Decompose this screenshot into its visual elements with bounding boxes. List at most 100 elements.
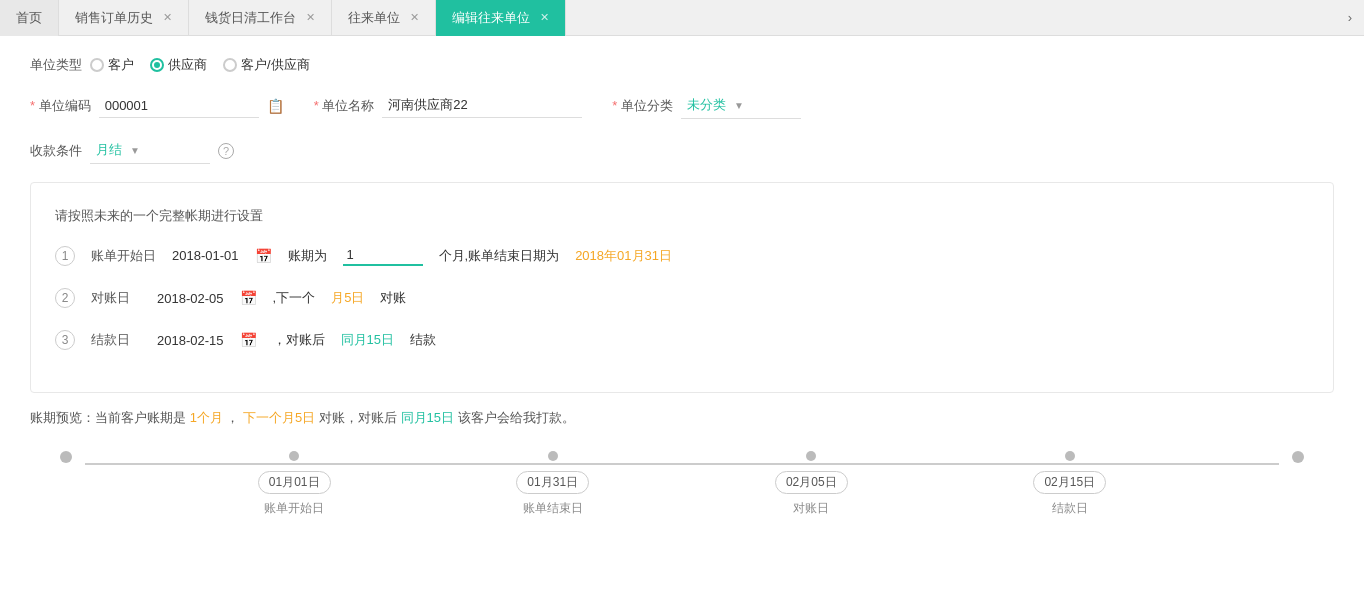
period-row-3-num: 3 xyxy=(55,330,75,350)
tab-cash-work-close[interactable]: ✕ xyxy=(306,12,315,23)
tab-cash-work-label: 钱货日清工作台 xyxy=(205,9,296,27)
period-row-1-prefix: 账期为 xyxy=(288,247,327,265)
code-name-category-row: 单位编码 📋 单位名称 单位分类 未分类 ▼ xyxy=(30,92,1334,119)
timeline-label-3: 对账日 xyxy=(793,500,829,517)
timeline-point-3-dot xyxy=(806,451,816,461)
timeline-badge-3: 02月05日 xyxy=(775,471,848,494)
period-row-2-date: 2018-02-05 xyxy=(157,291,224,306)
payment-group: 收款条件 月结 ▼ ? xyxy=(30,137,234,164)
category-chevron-icon: ▼ xyxy=(734,100,744,111)
preview-suffix: 该客户会给我打款。 xyxy=(458,410,575,425)
timeline-badge-2: 01月31日 xyxy=(516,471,589,494)
tab-contacts-label: 往来单位 xyxy=(348,9,400,27)
category-label: 单位分类 xyxy=(612,97,673,115)
payment-label: 收款条件 xyxy=(30,142,82,160)
tab-contacts[interactable]: 往来单位 ✕ xyxy=(332,0,436,36)
timeline-badge-1: 01月01日 xyxy=(258,471,331,494)
code-label: 单位编码 xyxy=(30,97,91,115)
code-group: 单位编码 📋 xyxy=(30,94,284,118)
tab-more-button[interactable]: › xyxy=(1336,0,1364,36)
payment-value: 月结 xyxy=(96,141,122,159)
tab-contacts-close[interactable]: ✕ xyxy=(410,12,419,23)
radio-both[interactable]: 客户/供应商 xyxy=(223,56,310,74)
period-row-1-end-date: 2018年01月31日 xyxy=(575,247,672,265)
name-label: 单位名称 xyxy=(314,97,375,115)
tab-bar: 首页 销售订单历史 ✕ 钱货日清工作台 ✕ 往来单位 ✕ 编辑往来单位 ✕ › xyxy=(0,0,1364,36)
tab-sales-history-label: 销售订单历史 xyxy=(75,9,153,27)
preview-text: 账期预览：当前客户账期是 1个月 ， 下一个月5日 对账，对账后 同月15日 该… xyxy=(30,409,1334,427)
unit-type-group: 单位类型 客户 供应商 客户/供应商 xyxy=(30,56,310,74)
timeline-point-2-dot xyxy=(548,451,558,461)
payment-select[interactable]: 月结 ▼ xyxy=(90,137,210,164)
tab-edit-contacts-label: 编辑往来单位 xyxy=(452,9,530,27)
timeline-point-1-dot xyxy=(289,451,299,461)
radio-both-label: 客户/供应商 xyxy=(241,56,310,74)
preview-prefix: 账期预览：当前客户账期是 xyxy=(30,410,186,425)
timeline-point-4: 02月15日 结款日 xyxy=(1033,451,1106,517)
tab-home-label: 首页 xyxy=(16,9,42,27)
tab-home[interactable]: 首页 xyxy=(0,0,59,36)
period-row-1-suffix: 个月,账单结束日期为 xyxy=(439,247,560,265)
period-row-3-label: 结款日 xyxy=(91,331,141,349)
period-row-2-suffix: 对账 xyxy=(380,289,406,307)
timeline-label-1: 账单开始日 xyxy=(264,500,324,517)
period-row-2-label: 对账日 xyxy=(91,289,141,307)
unit-type-label: 单位类型 xyxy=(30,56,82,74)
payment-info-icon[interactable]: ? xyxy=(218,143,234,159)
preview-part2: 下一个月5日 xyxy=(243,410,315,425)
radio-customer-label: 客户 xyxy=(108,56,134,74)
tab-sales-history-close[interactable]: ✕ xyxy=(163,12,172,23)
period-row-1-num: 1 xyxy=(55,246,75,266)
code-copy-icon[interactable]: 📋 xyxy=(267,98,284,114)
name-group: 单位名称 xyxy=(314,94,583,118)
timeline-points: 01月01日 账单开始日 01月31日 账单结束日 02月05日 对账日 02月… xyxy=(60,451,1304,517)
timeline-label-2: 账单结束日 xyxy=(523,500,583,517)
category-select[interactable]: 未分类 ▼ xyxy=(681,92,801,119)
period-row-3-highlight: 同月15日 xyxy=(341,331,394,349)
code-input[interactable] xyxy=(99,94,259,118)
period-row-3-date: 2018-02-15 xyxy=(157,333,224,348)
timeline-end-dot xyxy=(1292,451,1304,517)
radio-customer-circle xyxy=(90,58,104,72)
period-month-input[interactable] xyxy=(343,245,423,266)
radio-supplier-label: 供应商 xyxy=(168,56,207,74)
tab-edit-contacts[interactable]: 编辑往来单位 ✕ xyxy=(436,0,566,36)
timeline-badge-4: 02月15日 xyxy=(1033,471,1106,494)
period-row-2-prefix: ,下一个 xyxy=(273,289,316,307)
period-row-2-num: 2 xyxy=(55,288,75,308)
period-box: 请按照未来的一个完整帐期进行设置 1 账单开始日 2018-01-01 📅 账期… xyxy=(30,182,1334,393)
category-value: 未分类 xyxy=(687,96,726,114)
timeline-container: 01月01日 账单开始日 01月31日 账单结束日 02月05日 对账日 02月… xyxy=(30,451,1334,557)
timeline-end-circle xyxy=(1292,451,1304,463)
timeline-point-1: 01月01日 账单开始日 xyxy=(258,451,331,517)
period-row-3-cal-icon[interactable]: 📅 xyxy=(240,332,257,348)
preview-mid1: ， xyxy=(226,410,239,425)
period-row-1-date: 2018-01-01 xyxy=(172,248,239,263)
period-row-1-cal-icon[interactable]: 📅 xyxy=(255,248,272,264)
period-row-2-highlight: 月5日 xyxy=(331,289,364,307)
preview-mid2: 对账，对账后 xyxy=(319,410,397,425)
timeline-point-4-dot xyxy=(1065,451,1075,461)
radio-supplier[interactable]: 供应商 xyxy=(150,56,207,74)
period-row-3: 3 结款日 2018-02-15 📅 ，对账后 同月15日 结款 xyxy=(55,330,1309,350)
payment-row: 收款条件 月结 ▼ ? xyxy=(30,137,1334,164)
timeline-point-3: 02月05日 对账日 xyxy=(775,451,848,517)
unit-type-row: 单位类型 客户 供应商 客户/供应商 xyxy=(30,56,1334,74)
timeline-label-4: 结款日 xyxy=(1052,500,1088,517)
main-content: 单位类型 客户 供应商 客户/供应商 单位编码 📋 xyxy=(0,36,1364,608)
period-box-title: 请按照未来的一个完整帐期进行设置 xyxy=(55,207,1309,225)
timeline-start-circle xyxy=(60,451,72,463)
name-input[interactable] xyxy=(382,94,582,118)
payment-chevron-icon: ▼ xyxy=(130,145,140,156)
radio-customer[interactable]: 客户 xyxy=(90,56,134,74)
tab-cash-work[interactable]: 钱货日清工作台 ✕ xyxy=(189,0,332,36)
timeline-start-dot xyxy=(60,451,72,517)
period-row-2-cal-icon[interactable]: 📅 xyxy=(240,290,257,306)
tab-edit-contacts-close[interactable]: ✕ xyxy=(540,12,549,23)
tab-sales-history[interactable]: 销售订单历史 ✕ xyxy=(59,0,189,36)
period-row-2: 2 对账日 2018-02-05 📅 ,下一个月5日 对账 xyxy=(55,288,1309,308)
radio-both-circle xyxy=(223,58,237,72)
period-row-3-suffix: 结款 xyxy=(410,331,436,349)
period-row-1: 1 账单开始日 2018-01-01 📅 账期为 个月,账单结束日期为 2018… xyxy=(55,245,1309,266)
radio-supplier-circle xyxy=(150,58,164,72)
